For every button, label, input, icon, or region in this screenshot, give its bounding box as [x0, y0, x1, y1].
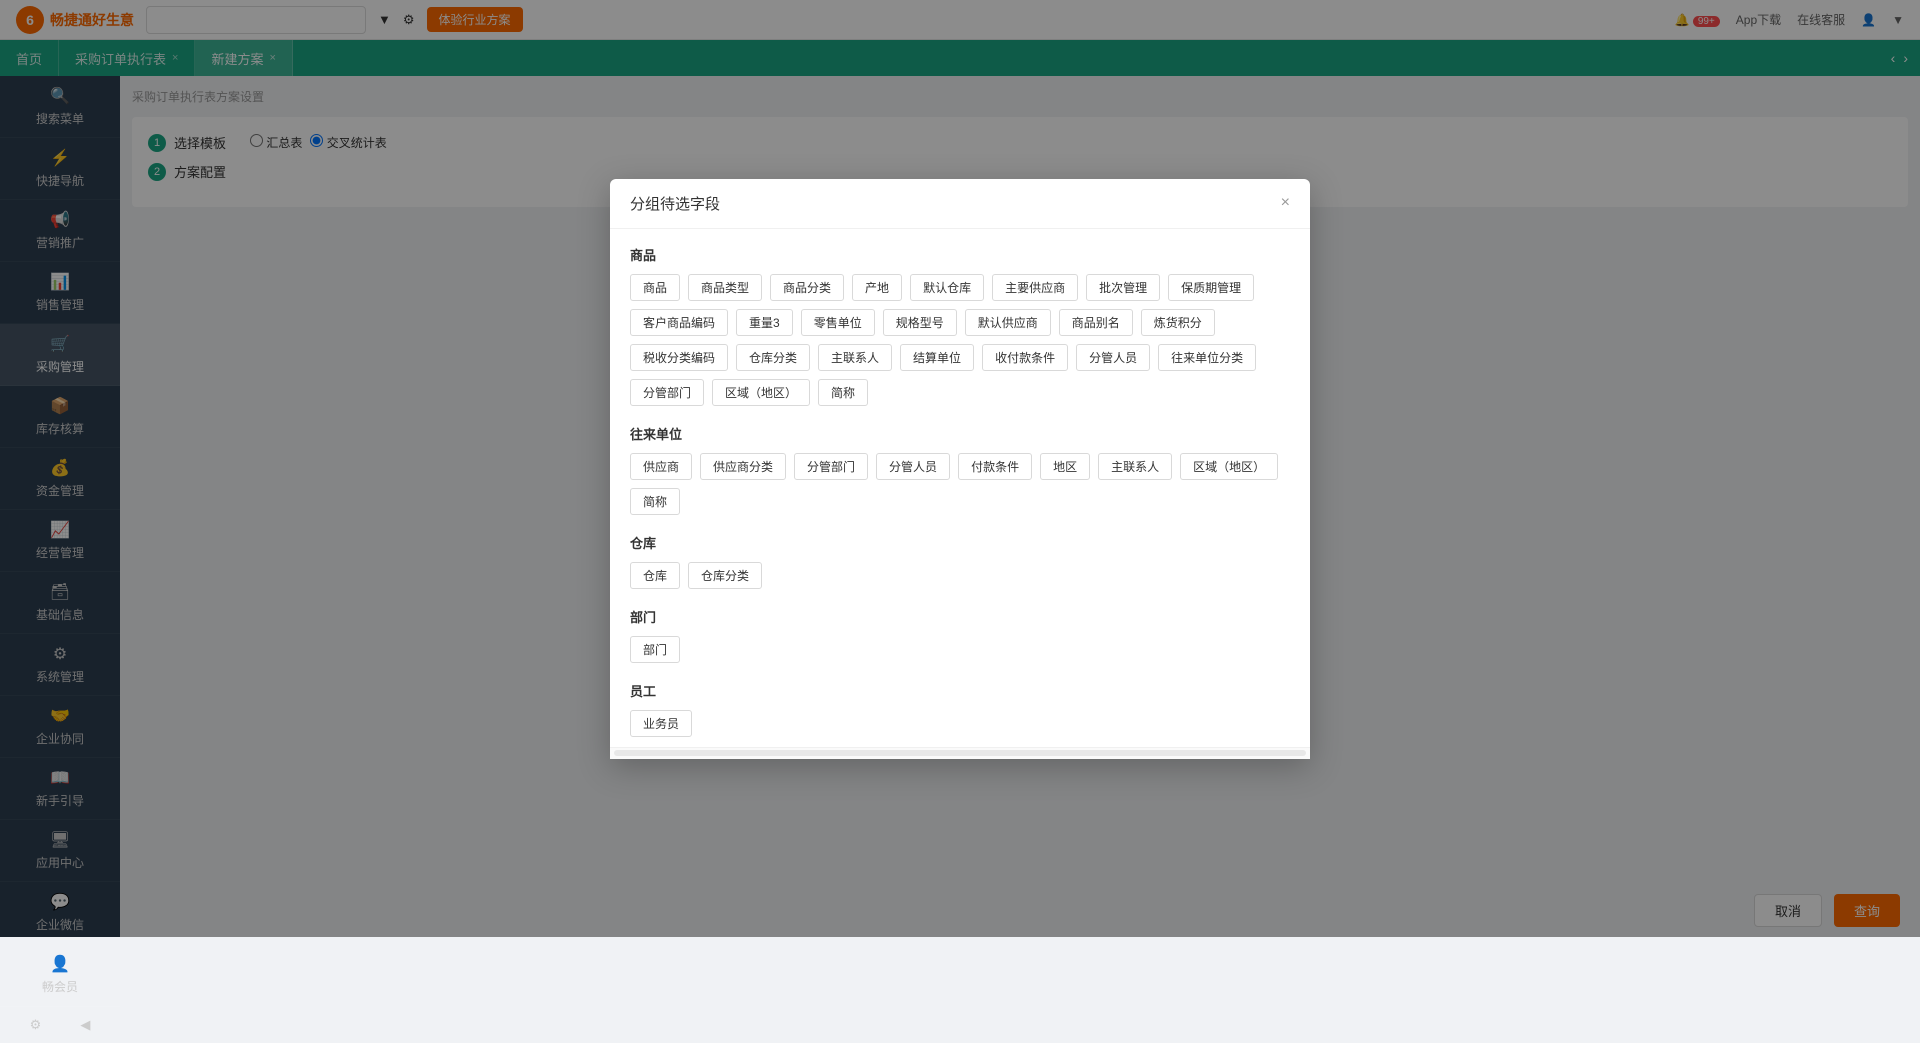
field-tag[interactable]: 税收分类编码	[630, 344, 728, 371]
field-section-warehouse: 仓库 仓库 仓库分类	[630, 533, 1290, 589]
hscroll-track	[614, 750, 1306, 756]
field-select-modal: 分组待选字段 × 商品 商品 商品类型 商品分类 产地 默认仓库 主要供应商 批…	[610, 179, 1310, 759]
sidebar-settings-icon[interactable]: ⚙	[30, 1017, 42, 1033]
field-tag[interactable]: 业务员	[630, 710, 692, 737]
field-section-partner: 往来单位 供应商 供应商分类 分管部门 分管人员 付款条件 地区 主联系人 区域…	[630, 424, 1290, 515]
field-tag[interactable]: 客户商品编码	[630, 309, 728, 336]
partner-field-tags: 供应商 供应商分类 分管部门 分管人员 付款条件 地区 主联系人 区域（地区） …	[630, 453, 1290, 515]
field-tag[interactable]: 零售单位	[801, 309, 875, 336]
field-tag[interactable]: 炼货积分	[1141, 309, 1215, 336]
field-tag[interactable]: 主要供应商	[992, 274, 1078, 301]
section-warehouse-title: 仓库	[630, 533, 1290, 552]
field-section-goods: 商品 商品 商品类型 商品分类 产地 默认仓库 主要供应商 批次管理 保质期管理…	[630, 245, 1290, 406]
field-tag[interactable]: 简称	[630, 488, 680, 515]
field-tag[interactable]: 仓库分类	[688, 562, 762, 589]
field-tag[interactable]: 规格型号	[883, 309, 957, 336]
field-tag[interactable]: 区域（地区）	[712, 379, 810, 406]
field-tag[interactable]: 供应商分类	[700, 453, 786, 480]
dept-field-tags: 部门	[630, 636, 1290, 663]
field-tag[interactable]: 分管人员	[1076, 344, 1150, 371]
sidebar-item-member[interactable]: 👤 畅会员	[0, 944, 120, 1006]
field-tag[interactable]: 仓库	[630, 562, 680, 589]
sidebar-item-member-label: 畅会员	[42, 978, 78, 995]
warehouse-field-tags: 仓库 仓库分类	[630, 562, 1290, 589]
modal-header: 分组待选字段 ×	[610, 179, 1310, 229]
modal-scroll-area: 商品 商品 商品类型 商品分类 产地 默认仓库 主要供应商 批次管理 保质期管理…	[630, 245, 1290, 747]
section-partner-title: 往来单位	[630, 424, 1290, 443]
member-icon: 👤	[50, 954, 70, 974]
staff-field-tags: 业务员	[630, 710, 1290, 737]
field-tag[interactable]: 重量3	[736, 309, 793, 336]
field-tag[interactable]: 保质期管理	[1168, 274, 1254, 301]
section-dept-title: 部门	[630, 607, 1290, 626]
goods-field-tags: 商品 商品类型 商品分类 产地 默认仓库 主要供应商 批次管理 保质期管理 客户…	[630, 274, 1290, 406]
modal-hscroll[interactable]	[610, 747, 1310, 759]
section-goods-title: 商品	[630, 245, 1290, 264]
field-tag[interactable]: 收付款条件	[982, 344, 1068, 371]
field-tag[interactable]: 分管部门	[794, 453, 868, 480]
modal-title: 分组待选字段	[630, 193, 720, 214]
field-tag[interactable]: 区域（地区）	[1180, 453, 1278, 480]
field-tag[interactable]: 付款条件	[958, 453, 1032, 480]
modal-body[interactable]: 商品 商品 商品类型 商品分类 产地 默认仓库 主要供应商 批次管理 保质期管理…	[610, 229, 1310, 747]
field-tag[interactable]: 地区	[1040, 453, 1090, 480]
modal-close-btn[interactable]: ×	[1281, 194, 1290, 212]
field-tag[interactable]: 批次管理	[1086, 274, 1160, 301]
field-tag[interactable]: 商品	[630, 274, 680, 301]
field-tag[interactable]: 分管部门	[630, 379, 704, 406]
field-tag[interactable]: 商品类型	[688, 274, 762, 301]
sidebar-collapse-icon[interactable]: ◀	[80, 1017, 90, 1033]
field-tag[interactable]: 默认供应商	[965, 309, 1051, 336]
field-tag[interactable]: 商品分类	[770, 274, 844, 301]
field-tag[interactable]: 往来单位分类	[1158, 344, 1256, 371]
field-section-staff: 员工 业务员	[630, 681, 1290, 737]
sidebar-bottom: ⚙ ◀	[0, 1006, 120, 1043]
field-tag[interactable]: 分管人员	[876, 453, 950, 480]
field-tag[interactable]: 供应商	[630, 453, 692, 480]
field-tag[interactable]: 简称	[818, 379, 868, 406]
field-tag[interactable]: 仓库分类	[736, 344, 810, 371]
field-tag[interactable]: 商品别名	[1059, 309, 1133, 336]
field-tag[interactable]: 主联系人	[1098, 453, 1172, 480]
field-tag[interactable]: 结算单位	[900, 344, 974, 371]
field-tag[interactable]: 部门	[630, 636, 680, 663]
section-staff-title: 员工	[630, 681, 1290, 700]
field-tag[interactable]: 默认仓库	[910, 274, 984, 301]
field-tag[interactable]: 产地	[852, 274, 902, 301]
field-tag[interactable]: 主联系人	[818, 344, 892, 371]
field-section-dept: 部门 部门	[630, 607, 1290, 663]
